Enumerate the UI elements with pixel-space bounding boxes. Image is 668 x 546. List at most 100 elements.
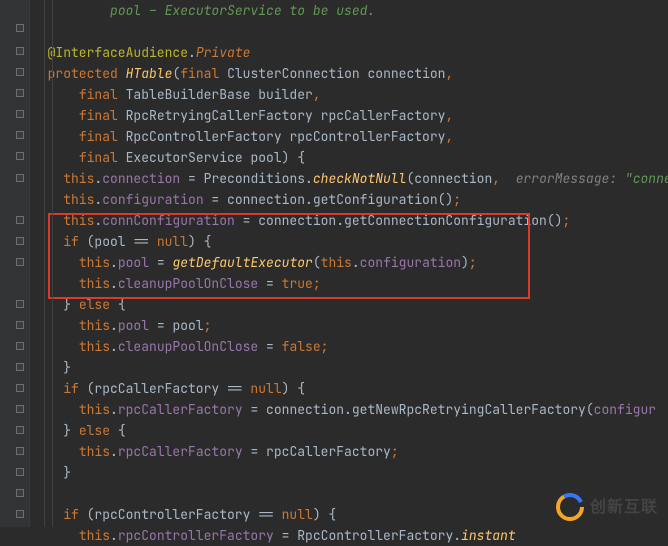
code-line[interactable]: this.rpcControllerFactory = RpcControlle… [32,525,668,546]
indent-guide [44,0,45,527]
token-sep: ; [391,443,399,460]
fold-marker[interactable] [16,384,24,392]
token-class: connection.getNewRpcRetryingCallerFactor… [266,401,594,418]
token-kw: this [79,401,110,418]
code-line[interactable]: this.connection = Preconditions.checkNot… [32,168,668,189]
token-sep: ; [453,191,461,208]
token-class: RpcControllerFactory [126,128,290,145]
editor-gutter[interactable] [0,0,30,527]
fold-marker[interactable] [16,468,24,476]
token-method: checkNotNull [313,170,407,187]
fold-marker[interactable] [16,131,24,139]
token-paren: . [110,527,118,544]
token-paren: ) { [282,380,305,397]
token-kw: if [63,506,86,523]
token-field: pool [118,317,149,334]
token-kw: this [79,254,110,271]
code-line[interactable]: final ExecutorService pool) { [32,147,668,168]
code-line[interactable]: final TableBuilderBase builder, [32,84,668,105]
code-line[interactable]: } else { [32,420,668,441]
token-paren: . [188,44,196,61]
token-paren: . [110,401,118,418]
fold-marker[interactable] [16,363,24,371]
fold-marker[interactable] [16,152,24,160]
code-line[interactable]: this.cleanupPoolOnClose = true; [32,273,668,294]
token-comment: pool – ExecutorService to be used. [110,2,375,19]
token-kw: this [63,191,94,208]
token-paren: { [118,422,126,439]
token-kw: false [282,338,321,355]
token-kw: this [79,317,110,334]
fold-marker[interactable] [16,216,24,224]
token-field: rpcCallerFactory [118,401,243,418]
code-line[interactable]: this.pool = getDefaultExecutor(this.conf… [32,252,668,273]
token-paren: } [63,422,79,439]
token-field: configuration [360,254,461,271]
token-field: rpcCallerFactory [118,443,243,460]
token-paren: ) [461,254,469,271]
fold-marker[interactable] [16,405,24,413]
fold-marker[interactable] [16,110,24,118]
fold-marker[interactable] [16,321,24,329]
token-method: getDefaultExecutor [172,254,312,271]
code-line[interactable]: @InterfaceAudience.Private [32,42,668,63]
fold-marker[interactable] [16,47,24,55]
token-class: connection [367,65,445,82]
token-eq: = [258,275,281,292]
fold-marker[interactable] [16,24,24,32]
code-line[interactable]: } else { [32,294,668,315]
token-paren: } [63,359,71,376]
token-kw: else [79,296,118,313]
token-kw: this [79,275,110,292]
token-sep: , [445,128,453,145]
token-kw: else [79,422,118,439]
code-line[interactable]: } [32,357,668,378]
code-line[interactable]: pool – ExecutorService to be used. [32,0,668,21]
token-kw: protected [48,65,126,82]
token-paren: . [352,254,360,271]
code-line[interactable]: this.rpcCallerFactory = rpcCallerFactory… [32,441,668,462]
token-class: RpcRetryingCallerFactory [126,107,321,124]
code-line[interactable]: if (rpcCallerFactory == null) { [32,378,668,399]
token-eq: = [204,191,227,208]
watermark-logo: 创新互联 [556,493,658,521]
fold-marker[interactable] [16,258,24,266]
fold-marker[interactable] [16,174,24,182]
fold-marker[interactable] [16,237,24,245]
fold-marker[interactable] [16,510,24,518]
code-line[interactable] [32,21,668,42]
token-paren: . [110,338,118,355]
fold-marker[interactable] [16,300,24,308]
token-sep: , [313,86,321,103]
token-cut: configur [594,401,656,418]
code-line[interactable]: protected HTable(final ClusterConnection… [32,63,668,84]
fold-marker[interactable] [16,426,24,434]
code-line[interactable]: if (pool == null) { [32,231,668,252]
code-line[interactable]: final RpcRetryingCallerFactory rpcCaller… [32,105,668,126]
token-paren: ) { [313,506,336,523]
token-paren: } [63,296,79,313]
fold-marker[interactable] [16,89,24,97]
token-annot: @InterfaceAudience [48,44,188,61]
token-class: rpcCallerFactory [266,443,391,460]
code-line[interactable]: final RpcControllerFactory rpcController… [32,126,668,147]
token-sep: ; [313,275,321,292]
fold-marker[interactable] [16,489,24,497]
code-editor[interactable]: pool – ExecutorService to be used. @Inte… [32,0,668,546]
code-line[interactable]: this.pool = pool; [32,315,668,336]
fold-marker[interactable] [16,447,24,455]
token-kw: this [79,338,110,355]
code-line[interactable]: this.configuration = connection.getConfi… [32,189,668,210]
token-paren: . [110,317,118,334]
fold-marker[interactable] [16,68,24,76]
code-line[interactable]: this.cleanupPoolOnClose = false; [32,336,668,357]
token-field: cleanupPoolOnClose [118,275,258,292]
token-kw: final [79,128,126,145]
code-line[interactable]: } [32,462,668,483]
code-line[interactable]: this.connConfiguration = connection.getC… [32,210,668,231]
token-class: ClusterConnection [227,65,367,82]
token-paren: ) { [188,233,211,250]
code-line[interactable]: this.rpcCallerFactory = connection.getNe… [32,399,668,420]
token-paren: (rpcControllerFactory == [87,506,282,523]
fold-marker[interactable] [16,342,24,350]
